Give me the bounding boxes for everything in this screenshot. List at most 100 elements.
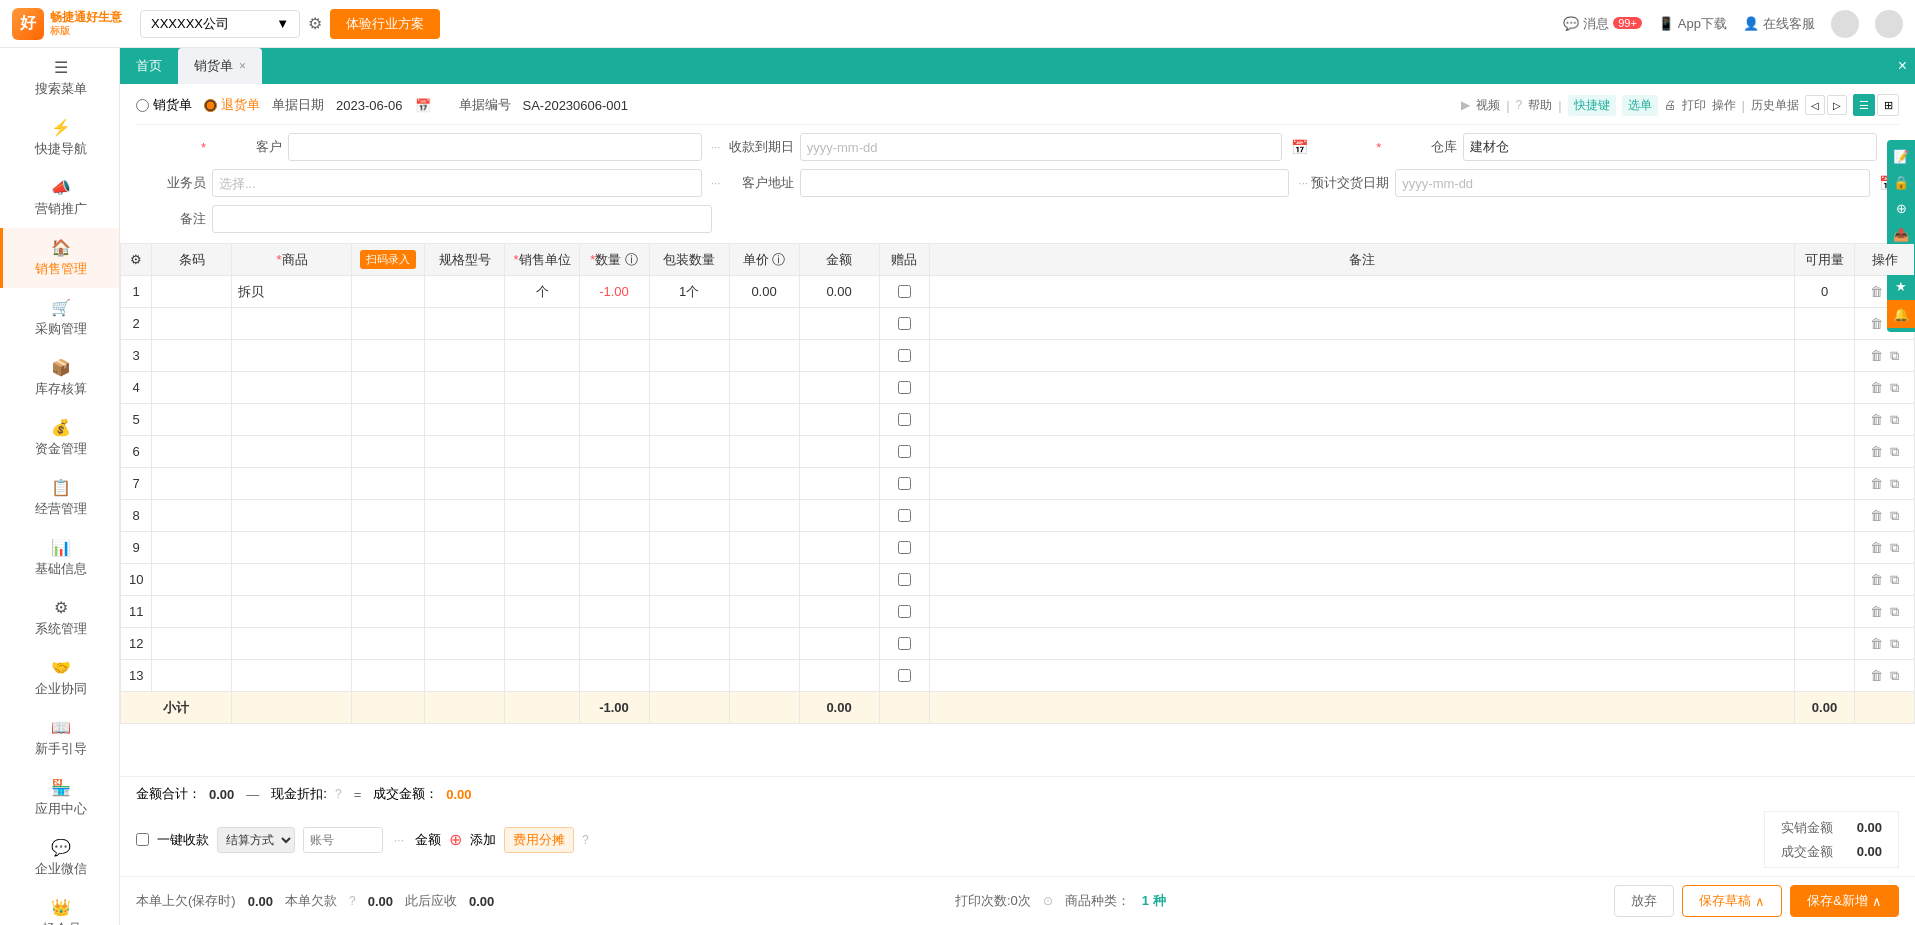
sidebar-item-wechat[interactable]: 💬 企业微信 bbox=[0, 828, 119, 888]
op-delete-10[interactable]: 🗑 bbox=[1870, 604, 1883, 619]
op-delete-7[interactable]: 🗑 bbox=[1870, 508, 1883, 523]
radio-return[interactable] bbox=[204, 99, 217, 112]
float-add[interactable]: ⊕ bbox=[1889, 196, 1913, 220]
op-delete-9[interactable]: 🗑 bbox=[1870, 572, 1883, 587]
cell-spec-4[interactable] bbox=[425, 404, 505, 436]
cell-barcode-10[interactable] bbox=[152, 596, 232, 628]
cell-spec-3[interactable] bbox=[425, 372, 505, 404]
cell-gift-5[interactable] bbox=[879, 436, 929, 468]
op-delete-5[interactable]: 🗑 bbox=[1870, 444, 1883, 459]
cell-gift-3[interactable] bbox=[879, 372, 929, 404]
op-copy-12[interactable]: ⧉ bbox=[1890, 668, 1899, 683]
app-download-btn[interactable]: 📱 App下载 bbox=[1658, 15, 1727, 33]
cell-gift-2[interactable] bbox=[879, 340, 929, 372]
sidebar-item-inventory[interactable]: 📦 库存核算 bbox=[0, 348, 119, 408]
radio-sales-label[interactable]: 销货单 bbox=[136, 96, 192, 114]
toolbar-op[interactable]: 操作 bbox=[1712, 97, 1736, 114]
th-settings[interactable]: ⚙ bbox=[121, 244, 152, 276]
cell-remark-1[interactable] bbox=[929, 308, 1794, 340]
account-dots[interactable]: ··· bbox=[391, 833, 407, 847]
radio-sales[interactable] bbox=[136, 99, 149, 112]
sidebar-item-system[interactable]: ⚙ 系统管理 bbox=[0, 588, 119, 648]
cell-gift-7[interactable] bbox=[879, 500, 929, 532]
company-selector[interactable]: XXXXXX公司 ▼ bbox=[140, 10, 300, 38]
toolbar-video[interactable]: 视频 bbox=[1476, 97, 1500, 114]
expense-help[interactable]: ? bbox=[582, 833, 589, 847]
tab-close-icon[interactable]: × bbox=[239, 59, 246, 73]
sidebar-item-basic[interactable]: 📊 基础信息 bbox=[0, 528, 119, 588]
sidebar-item-vip[interactable]: 👑 畅会员 bbox=[0, 888, 119, 925]
customer-dots[interactable]: ··· bbox=[708, 140, 724, 154]
sidebar-item-appstore[interactable]: 🏪 应用中心 bbox=[0, 768, 119, 828]
cell-remark-3[interactable] bbox=[929, 372, 1794, 404]
cell-gift-8[interactable] bbox=[879, 532, 929, 564]
cell-spec-8[interactable] bbox=[425, 532, 505, 564]
trial-btn[interactable]: 体验行业方案 bbox=[330, 9, 440, 39]
nav-next[interactable]: ▷ bbox=[1827, 95, 1847, 115]
sidebar-item-marketing[interactable]: 📣 营销推广 bbox=[0, 168, 119, 228]
float-star[interactable]: ★ bbox=[1889, 274, 1913, 298]
cell-spec-6[interactable] bbox=[425, 468, 505, 500]
op-delete-11[interactable]: 🗑 bbox=[1870, 636, 1883, 651]
avatar2[interactable] bbox=[1875, 10, 1903, 38]
cell-remark-2[interactable] bbox=[929, 340, 1794, 372]
cell-barcode-8[interactable] bbox=[152, 532, 232, 564]
op-copy-7[interactable]: ⧉ bbox=[1890, 508, 1899, 523]
op-delete-4[interactable]: 🗑 bbox=[1870, 412, 1883, 427]
cell-gift-6[interactable] bbox=[879, 468, 929, 500]
cell-spec-12[interactable] bbox=[425, 660, 505, 692]
cell-remark-9[interactable] bbox=[929, 564, 1794, 596]
cell-barcode-9[interactable] bbox=[152, 564, 232, 596]
cell-remark-4[interactable] bbox=[929, 404, 1794, 436]
customer-addr-dots[interactable]: ··· bbox=[1295, 176, 1311, 190]
cell-barcode-11[interactable] bbox=[152, 628, 232, 660]
sidebar-item-sales[interactable]: 🏠 销售管理 bbox=[0, 228, 119, 288]
cell-remark-10[interactable] bbox=[929, 596, 1794, 628]
cell-gift-1[interactable] bbox=[879, 308, 929, 340]
op-delete-0[interactable]: 🗑 bbox=[1870, 284, 1883, 299]
cell-gift-4[interactable] bbox=[879, 404, 929, 436]
abandon-btn[interactable]: 放弃 bbox=[1614, 885, 1674, 917]
toolbar-shortcut[interactable]: 快捷键 bbox=[1568, 95, 1616, 116]
calendar-icon[interactable]: 📅 bbox=[415, 98, 431, 113]
online-service-btn[interactable]: 👤 在线客服 bbox=[1743, 15, 1815, 33]
add-btn[interactable]: ⊕ bbox=[449, 830, 462, 849]
op-delete-3[interactable]: 🗑 bbox=[1870, 380, 1883, 395]
save-draft-btn[interactable]: 保存草稿 ∧ bbox=[1682, 885, 1782, 917]
cell-gift-11[interactable] bbox=[879, 628, 929, 660]
sidebar-item-enterprise[interactable]: 🤝 企业协同 bbox=[0, 648, 119, 708]
cell-spec-10[interactable] bbox=[425, 596, 505, 628]
cell-spec-9[interactable] bbox=[425, 564, 505, 596]
cell-barcode-2[interactable] bbox=[152, 340, 232, 372]
account-input[interactable] bbox=[303, 827, 383, 853]
cell-spec-1[interactable] bbox=[425, 308, 505, 340]
expense-btn[interactable]: 费用分摊 bbox=[504, 827, 574, 853]
op-delete-8[interactable]: 🗑 bbox=[1870, 540, 1883, 555]
sidebar-item-management[interactable]: 📋 经营管理 bbox=[0, 468, 119, 528]
cell-remark-11[interactable] bbox=[929, 628, 1794, 660]
op-copy-4[interactable]: ⧉ bbox=[1890, 412, 1899, 427]
toolbar-help[interactable]: 帮助 bbox=[1528, 97, 1552, 114]
float-lock[interactable]: 🔒 bbox=[1889, 170, 1913, 194]
cell-spec-5[interactable] bbox=[425, 436, 505, 468]
sidebar-item-search[interactable]: ☰ 搜索菜单 bbox=[0, 48, 119, 108]
cell-gift-12[interactable] bbox=[879, 660, 929, 692]
float-edit[interactable]: 📝 bbox=[1889, 144, 1913, 168]
op-copy-5[interactable]: ⧉ bbox=[1890, 444, 1899, 459]
salesperson-dots[interactable]: ··· bbox=[708, 176, 724, 190]
cell-barcode-12[interactable] bbox=[152, 660, 232, 692]
toolbar-history[interactable]: 历史单据 bbox=[1751, 97, 1799, 114]
cell-barcode-5[interactable] bbox=[152, 436, 232, 468]
cell-barcode-3[interactable] bbox=[152, 372, 232, 404]
cell-remark-12[interactable] bbox=[929, 660, 1794, 692]
float-orange-btn[interactable]: 🔔 bbox=[1887, 300, 1915, 328]
cell-barcode-4[interactable] bbox=[152, 404, 232, 436]
op-copy-3[interactable]: ⧉ bbox=[1890, 380, 1899, 395]
op-copy-2[interactable]: ⧉ bbox=[1890, 348, 1899, 363]
cell-spec-7[interactable] bbox=[425, 500, 505, 532]
toolbar-print[interactable]: 打印 bbox=[1682, 97, 1706, 114]
delivery-date-input[interactable] bbox=[1395, 169, 1870, 197]
tab-close-right[interactable]: × bbox=[1898, 57, 1915, 75]
remarks-input[interactable] bbox=[212, 205, 712, 233]
float-export[interactable]: 📤 bbox=[1889, 222, 1913, 246]
